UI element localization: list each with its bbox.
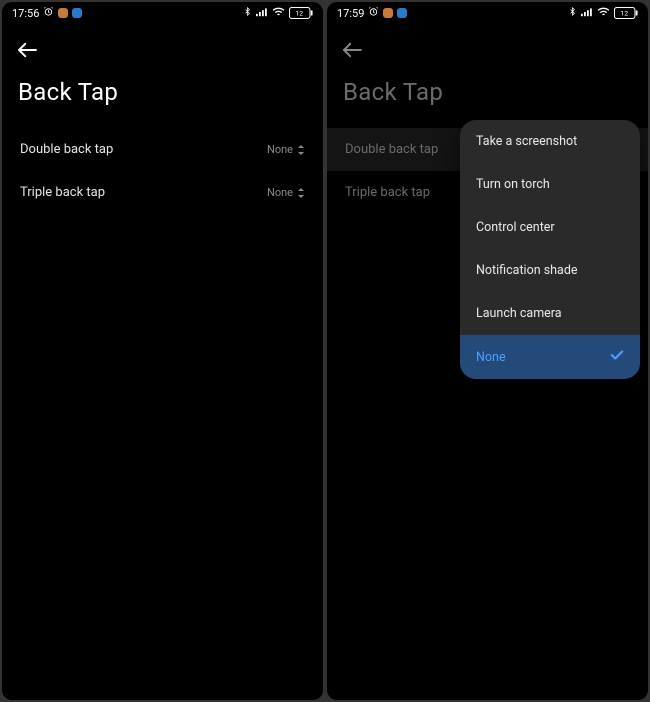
signal-icon (256, 7, 268, 20)
bluetooth-icon (568, 6, 577, 20)
chevron-updown-icon (297, 145, 305, 155)
svg-text:12: 12 (620, 10, 628, 18)
popup-item-label: None (476, 350, 506, 365)
alarm-icon (43, 6, 54, 20)
status-time: 17:59 (337, 7, 364, 20)
wifi-icon (272, 7, 285, 20)
options-popup: Take a screenshot Turn on torch Control … (460, 120, 640, 379)
popup-item-none[interactable]: None (460, 335, 640, 379)
back-button[interactable] (2, 24, 323, 70)
popup-item-label: Turn on torch (476, 177, 550, 192)
option-label: Triple back tap (345, 185, 430, 200)
back-arrow-icon (16, 42, 38, 58)
phone-right: 17:59 12 Back Tap Double back t (327, 2, 648, 700)
status-left: 17:59 (337, 6, 407, 20)
option-label: Double back tap (345, 142, 438, 157)
popup-item-label: Launch camera (476, 306, 562, 321)
popup-item-label: Take a screenshot (476, 134, 577, 149)
option-value: None (267, 186, 305, 199)
back-arrow-icon (341, 42, 363, 58)
bluetooth-icon (243, 6, 252, 20)
status-right: 12 (568, 6, 638, 20)
status-right: 12 (243, 6, 313, 20)
battery-icon: 12 (614, 7, 638, 19)
chevron-updown-icon (297, 188, 305, 198)
status-bar: 17:59 12 (327, 2, 648, 24)
option-triple-back-tap[interactable]: Triple back tap None (2, 171, 323, 214)
alarm-icon (368, 6, 379, 20)
status-left: 17:56 (12, 6, 82, 20)
svg-text:12: 12 (295, 10, 303, 18)
option-double-back-tap[interactable]: Double back tap None (2, 128, 323, 171)
status-pill-orange (58, 8, 68, 18)
status-pill-blue (397, 8, 407, 18)
status-pill-orange (383, 8, 393, 18)
status-time: 17:56 (12, 7, 39, 20)
status-bar: 17:56 12 (2, 2, 323, 24)
popup-item-notification-shade[interactable]: Notification shade (460, 249, 640, 292)
popup-item-screenshot[interactable]: Take a screenshot (460, 120, 640, 163)
back-button[interactable] (327, 24, 648, 70)
option-value: None (267, 143, 305, 156)
check-icon (610, 349, 624, 365)
popup-item-label: Notification shade (476, 263, 578, 278)
popup-item-torch[interactable]: Turn on torch (460, 163, 640, 206)
page-title: Back Tap (2, 70, 323, 128)
status-pill-blue (72, 8, 82, 18)
popup-item-control-center[interactable]: Control center (460, 206, 640, 249)
battery-icon: 12 (289, 7, 313, 19)
popup-item-label: Control center (476, 220, 555, 235)
phone-left: 17:56 12 Back Tap Double back t (2, 2, 323, 700)
signal-icon (581, 7, 593, 20)
option-label: Double back tap (20, 142, 113, 157)
wifi-icon (597, 7, 610, 20)
option-label: Triple back tap (20, 185, 105, 200)
popup-item-launch-camera[interactable]: Launch camera (460, 292, 640, 335)
